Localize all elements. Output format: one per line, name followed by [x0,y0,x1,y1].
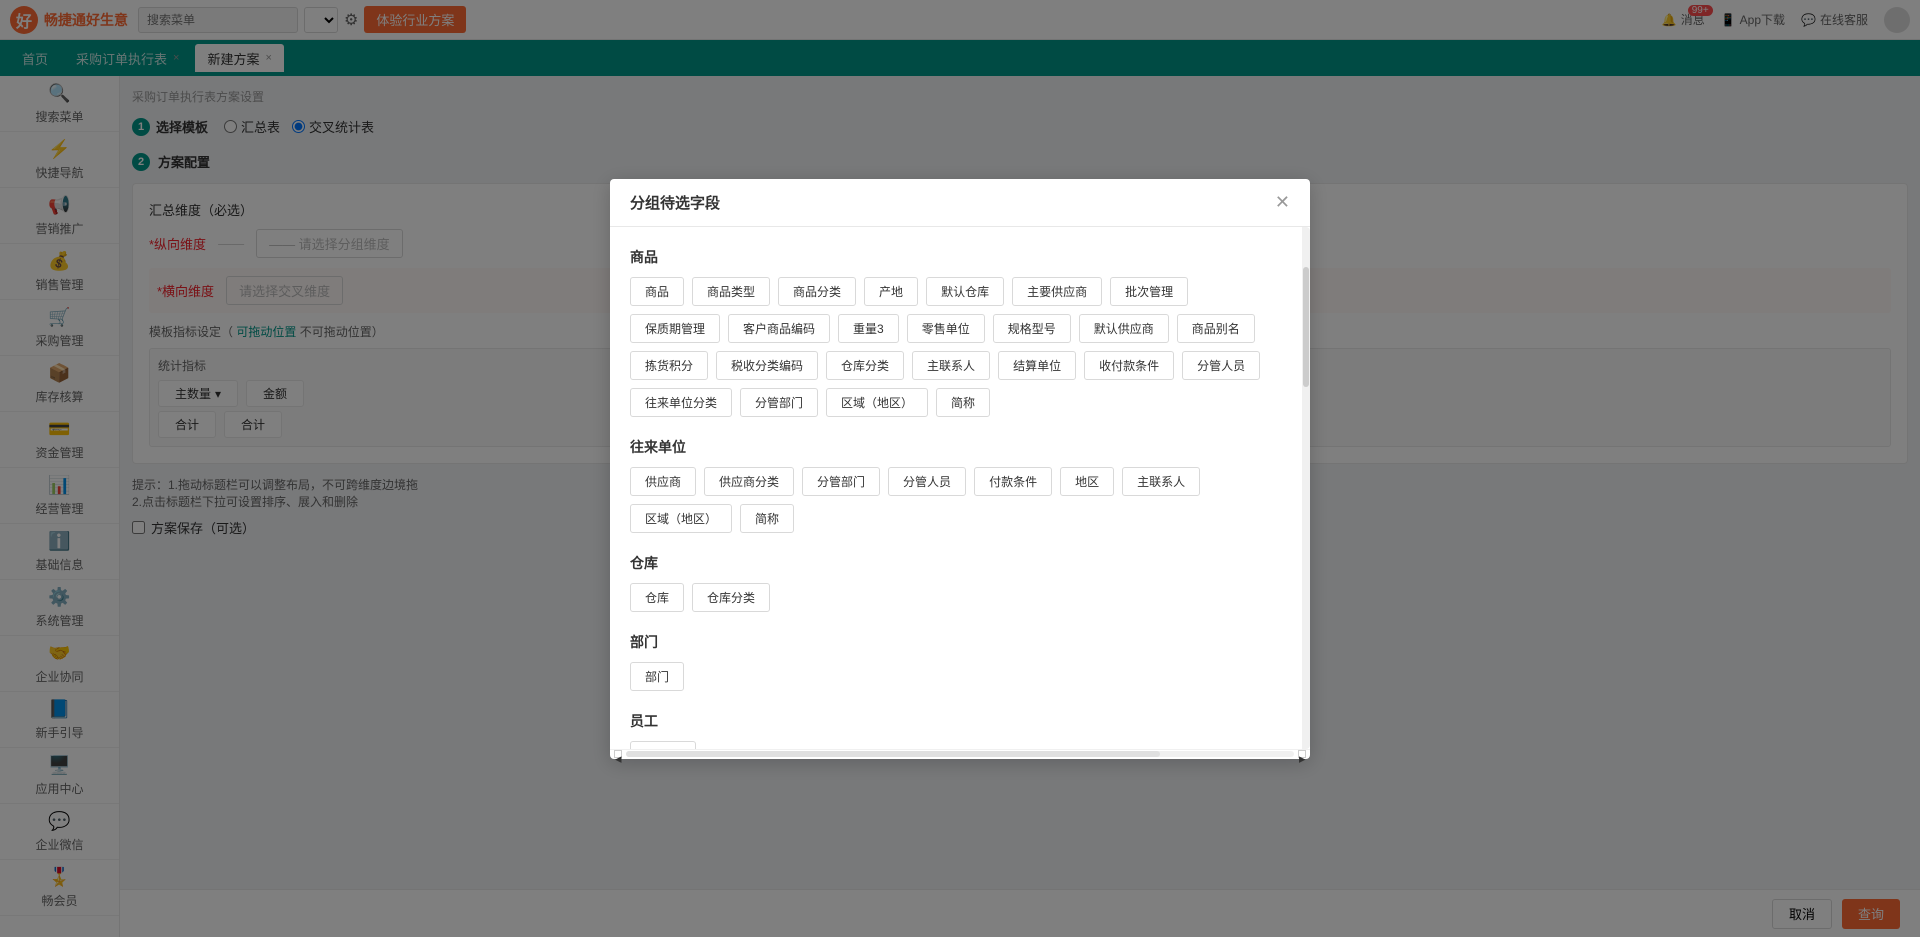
section-product-title: 商品 [630,247,1282,267]
modal-overlay: 分组待选字段 ✕ 商品 商品 商品类型 商品分类 产地 默认仓库 主要供应商 批… [0,0,1920,937]
field-payment-biz[interactable]: 付款条件 [974,467,1052,496]
field-product[interactable]: 商品 [630,277,684,306]
warehouse-fields: 仓库 仓库分类 [630,583,1282,612]
modal-hscroll: ◂ ▸ [610,749,1310,758]
section-dept-title: 部门 [630,632,1282,652]
field-product-category[interactable]: 商品分类 [778,277,856,306]
field-region-biz[interactable]: 地区 [1060,467,1114,496]
field-spec-model[interactable]: 规格型号 [993,314,1071,343]
field-expiry-mgmt[interactable]: 保质期管理 [630,314,720,343]
section-product: 商品 商品 商品类型 商品分类 产地 默认仓库 主要供应商 批次管理 保质期管理… [630,247,1282,417]
field-main-contact[interactable]: 主联系人 [912,351,990,380]
hscroll-thumb [626,751,1160,757]
field-origin[interactable]: 产地 [864,277,918,306]
field-default-supplier[interactable]: 默认供应商 [1079,314,1169,343]
field-batch-mgmt[interactable]: 批次管理 [1110,277,1188,306]
field-region-product[interactable]: 区域（地区） [826,388,928,417]
modal-title: 分组待选字段 [630,192,720,213]
hscroll-track [626,751,1294,757]
field-pick-points[interactable]: 拣货积分 [630,351,708,380]
modal-header: 分组待选字段 ✕ [610,179,1310,227]
field-warehouse[interactable]: 仓库 [630,583,684,612]
modal-scrollbar-thumb[interactable] [1303,267,1309,387]
field-staff-biz[interactable]: 分管人员 [888,467,966,496]
section-warehouse-title: 仓库 [630,553,1282,573]
field-short-name-product[interactable]: 简称 [936,388,990,417]
field-area-biz[interactable]: 区域（地区） [630,504,732,533]
field-settle-unit[interactable]: 结算单位 [998,351,1076,380]
field-supplier[interactable]: 供应商 [630,467,696,496]
field-short-name-biz[interactable]: 简称 [740,504,794,533]
field-manager[interactable]: 分管人员 [1182,351,1260,380]
field-retail-unit[interactable]: 零售单位 [907,314,985,343]
modal: 分组待选字段 ✕ 商品 商品 商品类型 商品分类 产地 默认仓库 主要供应商 批… [610,179,1310,759]
section-staff-title: 员工 [630,711,1282,731]
field-product-alias[interactable]: 商品别名 [1177,314,1255,343]
biz-unit-fields: 供应商 供应商分类 分管部门 分管人员 付款条件 地区 主联系人 区域（地区） … [630,467,1282,533]
field-tax-code[interactable]: 税收分类编码 [716,351,818,380]
modal-close-button[interactable]: ✕ [1275,192,1290,213]
modal-body-wrapper: 商品 商品 商品类型 商品分类 产地 默认仓库 主要供应商 批次管理 保质期管理… [610,227,1310,750]
field-dept-mgmt[interactable]: 分管部门 [740,388,818,417]
field-customer-code[interactable]: 客户商品编码 [728,314,830,343]
field-warehouse-category[interactable]: 仓库分类 [692,583,770,612]
hscroll-left[interactable]: ◂ [614,750,622,758]
section-staff: 员工 业务员 [630,711,1282,750]
field-dept[interactable]: 部门 [630,662,684,691]
section-dept: 部门 部门 [630,632,1282,691]
modal-scrollbar-track[interactable] [1302,227,1310,750]
field-warehouse-cat[interactable]: 仓库分类 [826,351,904,380]
modal-body: 商品 商品 商品类型 商品分类 产地 默认仓库 主要供应商 批次管理 保质期管理… [610,227,1302,750]
field-default-warehouse[interactable]: 默认仓库 [926,277,1004,306]
field-main-supplier[interactable]: 主要供应商 [1012,277,1102,306]
staff-fields: 业务员 [630,741,1282,750]
hscroll-right[interactable]: ▸ [1298,750,1306,758]
field-product-type[interactable]: 商品类型 [692,277,770,306]
field-contact-biz[interactable]: 主联系人 [1122,467,1200,496]
field-weight3[interactable]: 重量3 [838,314,899,343]
section-warehouse: 仓库 仓库 仓库分类 [630,553,1282,612]
section-biz-unit-title: 往来单位 [630,437,1282,457]
field-biz-unit-cat[interactable]: 往来单位分类 [630,388,732,417]
dept-fields: 部门 [630,662,1282,691]
field-dept-biz[interactable]: 分管部门 [802,467,880,496]
field-salesperson[interactable]: 业务员 [630,741,696,750]
product-fields: 商品 商品类型 商品分类 产地 默认仓库 主要供应商 批次管理 保质期管理 客户… [630,277,1282,417]
section-biz-unit: 往来单位 供应商 供应商分类 分管部门 分管人员 付款条件 地区 主联系人 区域… [630,437,1282,533]
field-payment-terms[interactable]: 收付款条件 [1084,351,1174,380]
field-supplier-cat[interactable]: 供应商分类 [704,467,794,496]
